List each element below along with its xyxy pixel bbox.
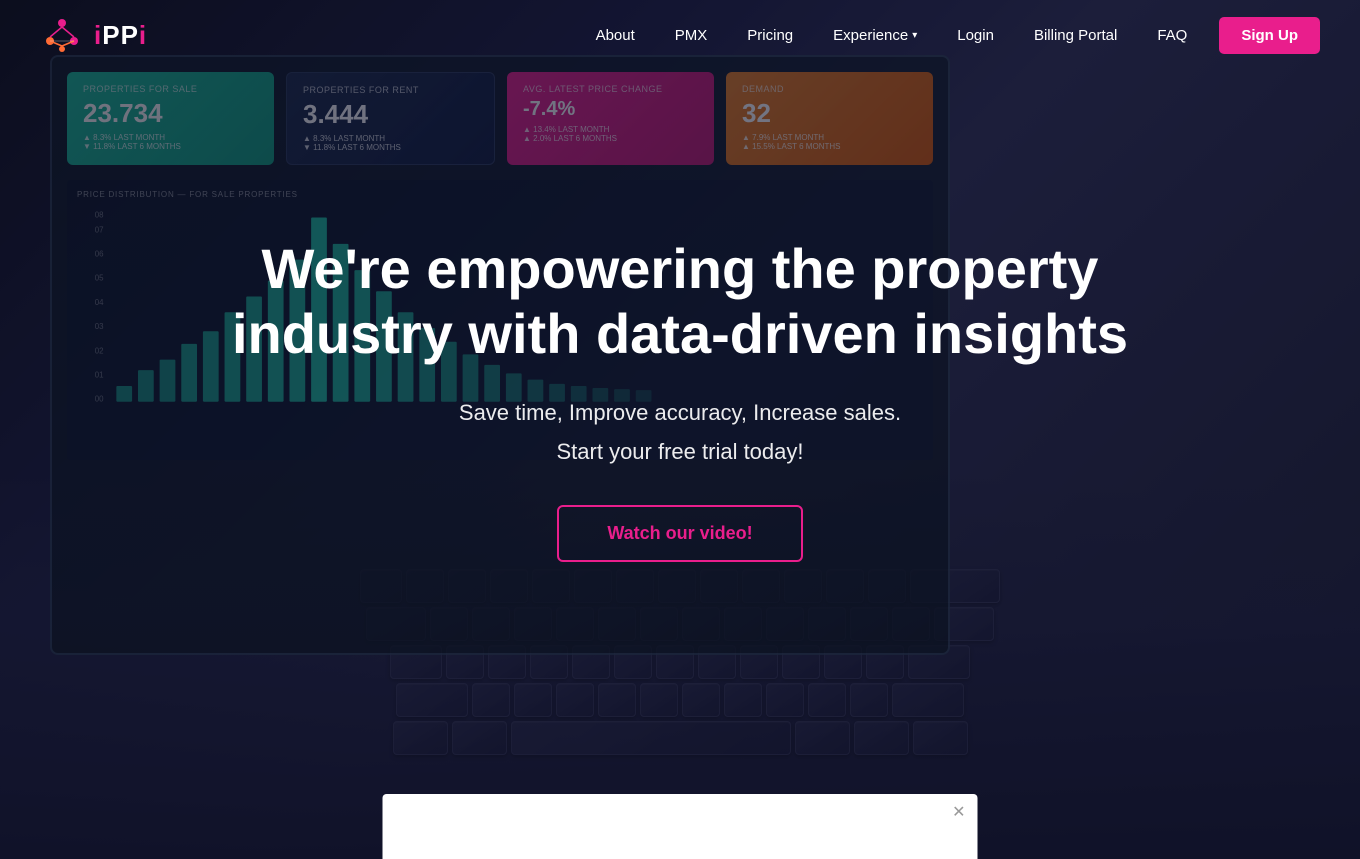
logo-i-suffix: i (139, 20, 147, 50)
nav-faq[interactable]: FAQ (1141, 21, 1203, 50)
signup-button[interactable]: Sign Up (1219, 17, 1320, 54)
nav-billing[interactable]: Billing Portal (1018, 21, 1133, 50)
hero-content-overlay: We're empowering the property industry w… (0, 0, 1360, 859)
nav-experience-label: Experience (833, 27, 908, 44)
nav-pmx[interactable]: PMX (659, 21, 724, 50)
watch-video-button[interactable]: Watch our video! (557, 505, 802, 562)
nav-pricing[interactable]: Pricing (731, 21, 809, 50)
nav-login[interactable]: Login (941, 21, 1010, 50)
logo-text: iPPi (94, 20, 147, 51)
logo-i-prefix: i (94, 20, 102, 50)
hero-title: We're empowering the property industry w… (230, 237, 1130, 366)
nav-about[interactable]: About (580, 21, 651, 50)
chevron-down-icon: ▾ (912, 30, 917, 41)
logo-icon (40, 13, 84, 57)
logo[interactable]: iPPi (40, 13, 147, 57)
hero-subtitle2: Start your free trial today! (557, 439, 804, 465)
video-thumbnail: ✕ (383, 794, 978, 859)
navbar: iPPi About PMX Pricing Experience ▾ Logi… (0, 0, 1360, 70)
nav-links: About PMX Pricing Experience ▾ Login Bil… (580, 17, 1320, 54)
close-icon[interactable]: ✕ (952, 802, 965, 822)
hero-section: PROPERTIES FOR SALE 23.734 ▲ 8.3% LAST M… (0, 0, 1360, 859)
nav-experience[interactable]: Experience ▾ (817, 21, 933, 50)
hero-subtitle: Save time, Improve accuracy, Increase sa… (459, 396, 901, 429)
